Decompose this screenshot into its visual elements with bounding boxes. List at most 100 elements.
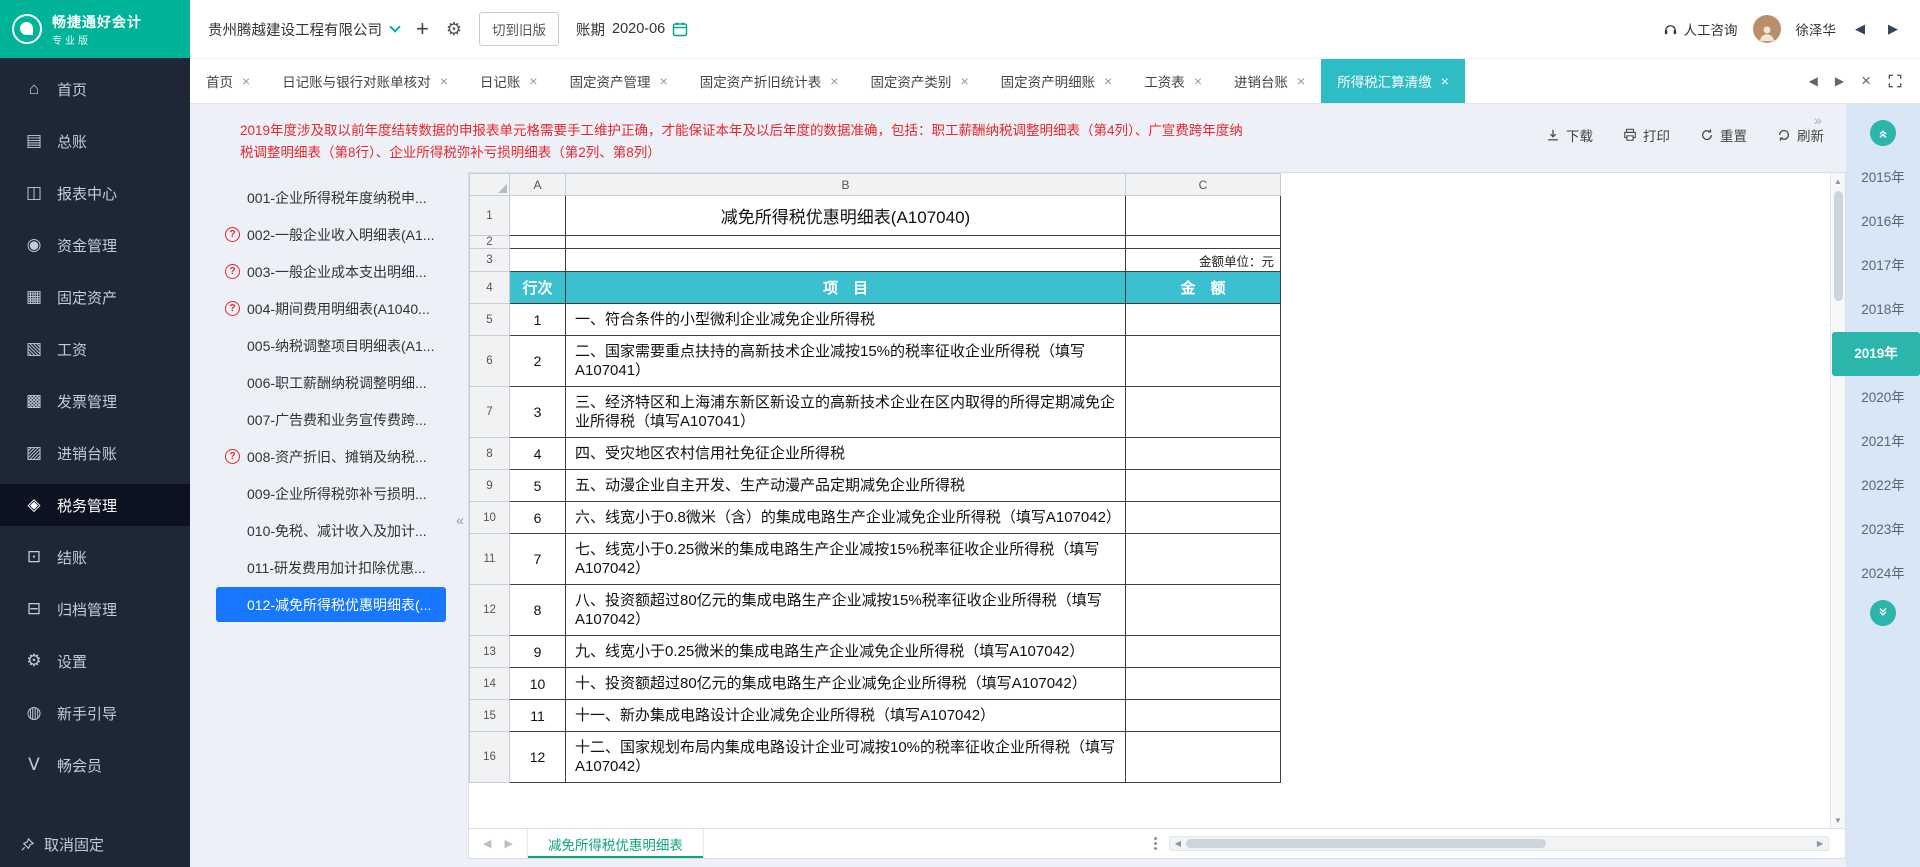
header-amount-cell[interactable]: 金 额: [1125, 271, 1281, 304]
line-number-cell[interactable]: 5: [509, 469, 566, 502]
row-header[interactable]: 8: [469, 437, 510, 470]
more-options-icon[interactable]: [1154, 837, 1157, 850]
sidebar-item[interactable]: ◫ 报表中心: [0, 172, 190, 214]
nav-back-icon[interactable]: ◀: [1851, 19, 1869, 39]
item-cell[interactable]: 一、符合条件的小型微利企业减免企业所得税: [565, 303, 1126, 336]
report-list-item[interactable]: ? 008-资产折旧、摊销及纳税...: [216, 439, 446, 474]
row-header[interactable]: 3: [469, 248, 510, 272]
report-list-item[interactable]: ? 001-企业所得税年度纳税申...: [216, 180, 446, 215]
item-cell[interactable]: 七、线宽小于0.25微米的集成电路生产企业减按15%税率征收企业所得税（填写A1…: [565, 533, 1126, 585]
report-list-item[interactable]: ? 006-职工薪酬纳税调整明细...: [216, 365, 446, 400]
tab[interactable]: 首页 ×: [190, 59, 266, 103]
tabs-scroll-left-icon[interactable]: ◀: [1809, 74, 1818, 88]
report-list-item[interactable]: ? 011-研发费用加计扣除优惠...: [216, 550, 446, 585]
scroll-up-icon[interactable]: ▲: [1831, 173, 1845, 189]
switch-version-button[interactable]: 切到旧版: [479, 12, 559, 46]
report-list-item[interactable]: ? 004-期间费用明细表(A1040...: [216, 291, 446, 326]
print-button[interactable]: 打印: [1623, 125, 1670, 145]
years-scroll-up-button[interactable]: [1870, 120, 1896, 146]
tab[interactable]: 固定资产明细账 ×: [985, 59, 1129, 103]
report-list-item[interactable]: ? 007-广告费和业务宣传费跨...: [216, 402, 446, 437]
select-all-corner[interactable]: [469, 173, 510, 196]
item-cell[interactable]: 二、国家需要重点扶持的高新技术企业减按15%的税率征收企业所得税（填写A1070…: [565, 335, 1126, 387]
item-cell[interactable]: 三、经济特区和上海浦东新区新设立的高新技术企业在区内取得的所得定期减免企业所得税…: [565, 386, 1126, 438]
row-header[interactable]: 6: [469, 335, 510, 387]
fullscreen-icon[interactable]: [1888, 74, 1902, 88]
cell[interactable]: [509, 195, 566, 236]
collapse-panel-handle[interactable]: «: [452, 172, 468, 867]
year-item[interactable]: 2017年: [1846, 244, 1920, 288]
column-header-c[interactable]: C: [1125, 173, 1281, 196]
download-button[interactable]: 下载: [1546, 125, 1593, 145]
row-header[interactable]: 7: [469, 386, 510, 438]
row-header[interactable]: 5: [469, 303, 510, 336]
sheet-tab[interactable]: 减免所得税优惠明细表: [526, 829, 704, 858]
row-header[interactable]: 14: [469, 667, 510, 700]
report-list-item[interactable]: ? 012-减免所得税优惠明细表(...: [216, 587, 446, 622]
amount-cell[interactable]: [1125, 437, 1281, 470]
item-cell[interactable]: 十、投资额超过80亿元的集成电路生产企业减免企业所得税（填写A107042）: [565, 667, 1126, 700]
amount-cell[interactable]: [1125, 469, 1281, 502]
header-line-cell[interactable]: 行次: [509, 271, 566, 304]
tab[interactable]: 进销台账 ×: [1218, 59, 1321, 103]
tab-close-icon[interactable]: ×: [440, 73, 448, 89]
help-icon[interactable]: ?: [225, 227, 240, 242]
cell[interactable]: [509, 235, 566, 249]
report-list-item[interactable]: ? 010-免税、减计收入及加计...: [216, 513, 446, 548]
report-list-item[interactable]: ? 009-企业所得税弥补亏损明...: [216, 476, 446, 511]
unpin-button[interactable]: 取消固定: [0, 821, 190, 867]
row-header[interactable]: 10: [469, 501, 510, 534]
amount-cell[interactable]: [1125, 501, 1281, 534]
amount-cell[interactable]: [1125, 335, 1281, 387]
row-header[interactable]: 2: [469, 235, 510, 249]
cell[interactable]: [565, 235, 1126, 249]
close-all-tabs-icon[interactable]: ×: [1861, 71, 1871, 91]
vertical-scrollbar[interactable]: ▲ ▼: [1830, 173, 1845, 828]
company-selector[interactable]: 贵州腾越建设工程有限公司: [208, 19, 401, 40]
cell[interactable]: [1125, 195, 1281, 236]
row-header[interactable]: 1: [469, 195, 510, 236]
row-header[interactable]: 13: [469, 635, 510, 668]
amount-cell[interactable]: [1125, 386, 1281, 438]
year-item[interactable]: 2024年: [1846, 552, 1920, 596]
tab-close-icon[interactable]: ×: [1441, 73, 1449, 89]
help-icon[interactable]: ?: [225, 264, 240, 279]
line-number-cell[interactable]: 9: [509, 635, 566, 668]
scroll-down-icon[interactable]: ▼: [1831, 812, 1845, 828]
help-icon[interactable]: ?: [225, 301, 240, 316]
line-number-cell[interactable]: 10: [509, 667, 566, 700]
expand-year-panel-icon[interactable]: »: [1814, 112, 1822, 128]
scroll-left-icon[interactable]: ◀: [1170, 839, 1186, 848]
vertical-scroll-thumb[interactable]: [1833, 191, 1843, 301]
row-header[interactable]: 9: [469, 469, 510, 502]
sidebar-item[interactable]: ▤ 总账: [0, 120, 190, 162]
sidebar-item[interactable]: ◍ 新手引导: [0, 692, 190, 734]
amount-cell[interactable]: [1125, 533, 1281, 585]
item-cell[interactable]: 十二、国家规划布局内集成电路设计企业可减按10%的税率征收企业所得税（填写A10…: [565, 731, 1126, 783]
tab[interactable]: 日记账 ×: [464, 59, 554, 103]
line-number-cell[interactable]: 7: [509, 533, 566, 585]
sidebar-item[interactable]: ⚙ 设置: [0, 640, 190, 682]
amount-cell[interactable]: [1125, 635, 1281, 668]
settings-gear-icon[interactable]: ⚙: [446, 20, 462, 38]
sidebar-item[interactable]: ⌂ 首页: [0, 68, 190, 110]
line-number-cell[interactable]: 4: [509, 437, 566, 470]
tabs-scroll-right-icon[interactable]: ▶: [1835, 74, 1844, 88]
tab-close-icon[interactable]: ×: [529, 73, 537, 89]
tab-close-icon[interactable]: ×: [660, 73, 668, 89]
tab-close-icon[interactable]: ×: [830, 73, 838, 89]
horizontal-scrollbar[interactable]: ◀ ▶: [1169, 836, 1829, 851]
user-avatar[interactable]: [1752, 15, 1781, 43]
sheet-tab-next-icon[interactable]: ▶: [504, 837, 512, 850]
line-number-cell[interactable]: 11: [509, 699, 566, 732]
tab[interactable]: 固定资产类别 ×: [854, 59, 984, 103]
item-cell[interactable]: 十一、新办集成电路设计企业减免企业所得税（填写A107042）: [565, 699, 1126, 732]
user-name[interactable]: 徐泽华: [1796, 19, 1837, 39]
row-header[interactable]: 12: [469, 584, 510, 636]
tab-close-icon[interactable]: ×: [242, 73, 250, 89]
add-button[interactable]: +: [416, 18, 429, 40]
scroll-right-icon[interactable]: ▶: [1812, 839, 1828, 848]
year-item[interactable]: 2023年: [1846, 508, 1920, 552]
amount-cell[interactable]: [1125, 731, 1281, 783]
year-item[interactable]: 2018年: [1846, 288, 1920, 332]
